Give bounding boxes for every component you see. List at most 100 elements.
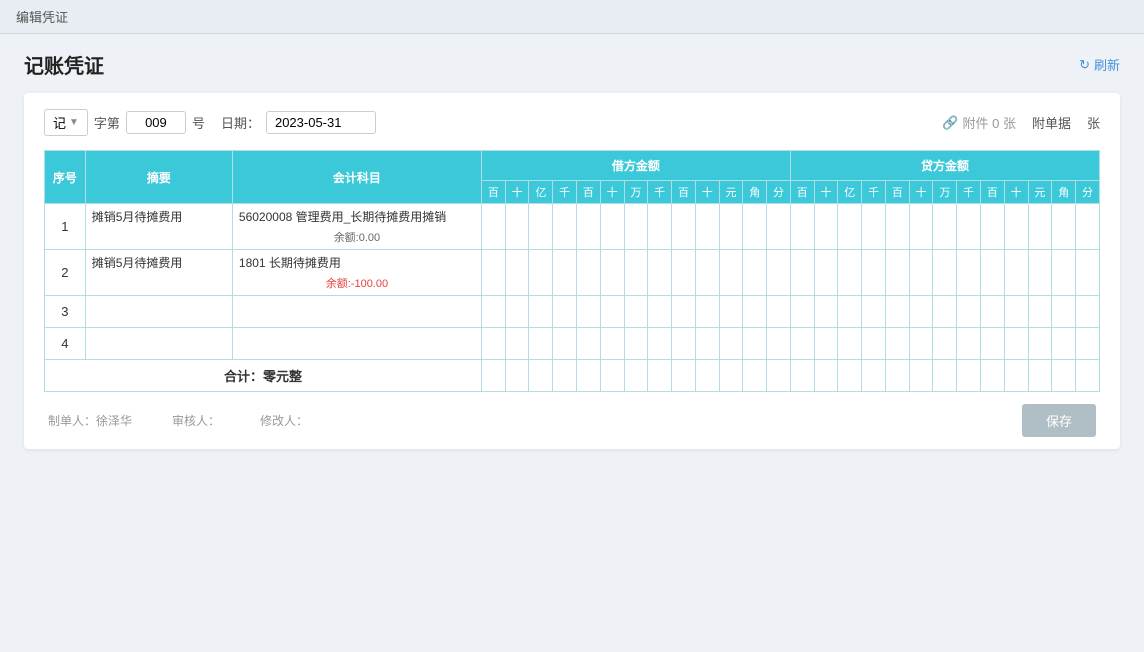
row-0-credit-12[interactable] <box>1076 204 1100 250</box>
row-2-credit-7[interactable] <box>957 296 981 328</box>
row-2-credit-12[interactable] <box>1076 296 1100 328</box>
row-account-2[interactable] <box>232 296 481 328</box>
row-account-0[interactable]: 56020008 管理费用_长期待摊费用摊销余额:0.00 <box>232 204 481 250</box>
row-summary-2[interactable] <box>85 296 232 328</box>
row-1-credit-0[interactable] <box>790 250 814 296</box>
row-2-credit-6[interactable] <box>933 296 957 328</box>
row-1-debit-11[interactable] <box>743 250 767 296</box>
row-1-credit-7[interactable] <box>957 250 981 296</box>
row-1-credit-5[interactable] <box>909 250 933 296</box>
row-3-credit-9[interactable] <box>1004 328 1028 360</box>
row-2-credit-10[interactable] <box>1028 296 1052 328</box>
row-3-debit-12[interactable] <box>767 328 791 360</box>
row-0-debit-2[interactable] <box>529 204 553 250</box>
row-0-debit-8[interactable] <box>672 204 696 250</box>
row-2-credit-9[interactable] <box>1004 296 1028 328</box>
row-0-debit-5[interactable] <box>600 204 624 250</box>
row-2-debit-10[interactable] <box>719 296 743 328</box>
row-3-debit-2[interactable] <box>529 328 553 360</box>
row-0-debit-1[interactable] <box>505 204 529 250</box>
row-2-debit-11[interactable] <box>743 296 767 328</box>
row-2-debit-8[interactable] <box>672 296 696 328</box>
row-0-credit-7[interactable] <box>957 204 981 250</box>
row-3-debit-0[interactable] <box>481 328 505 360</box>
row-0-debit-3[interactable] <box>553 204 577 250</box>
row-1-debit-3[interactable] <box>553 250 577 296</box>
row-2-credit-5[interactable] <box>909 296 933 328</box>
type-select[interactable]: 记 ▼ <box>44 109 88 136</box>
row-2-debit-2[interactable] <box>529 296 553 328</box>
row-2-debit-7[interactable] <box>648 296 672 328</box>
attach-single-link[interactable]: 附单据 <box>1032 113 1071 132</box>
row-1-credit-3[interactable] <box>862 250 886 296</box>
row-0-credit-1[interactable] <box>814 204 838 250</box>
row-2-credit-1[interactable] <box>814 296 838 328</box>
row-account-3[interactable] <box>232 328 481 360</box>
row-1-debit-2[interactable] <box>529 250 553 296</box>
row-3-credit-4[interactable] <box>885 328 909 360</box>
row-1-debit-12[interactable] <box>767 250 791 296</box>
row-3-debit-5[interactable] <box>600 328 624 360</box>
row-1-credit-1[interactable] <box>814 250 838 296</box>
row-1-credit-6[interactable] <box>933 250 957 296</box>
date-input[interactable] <box>266 111 376 134</box>
row-3-credit-5[interactable] <box>909 328 933 360</box>
row-3-debit-11[interactable] <box>743 328 767 360</box>
row-summary-3[interactable] <box>85 328 232 360</box>
row-3-credit-2[interactable] <box>838 328 862 360</box>
row-2-debit-1[interactable] <box>505 296 529 328</box>
row-0-credit-0[interactable] <box>790 204 814 250</box>
row-1-debit-7[interactable] <box>648 250 672 296</box>
row-3-credit-12[interactable] <box>1076 328 1100 360</box>
row-2-debit-3[interactable] <box>553 296 577 328</box>
row-1-debit-8[interactable] <box>672 250 696 296</box>
row-3-credit-8[interactable] <box>981 328 1005 360</box>
row-summary-1[interactable]: 摊销5月待摊费用 <box>85 250 232 296</box>
row-2-debit-4[interactable] <box>577 296 601 328</box>
row-0-debit-6[interactable] <box>624 204 648 250</box>
row-3-credit-7[interactable] <box>957 328 981 360</box>
row-3-debit-3[interactable] <box>553 328 577 360</box>
row-0-credit-9[interactable] <box>1004 204 1028 250</box>
row-3-credit-1[interactable] <box>814 328 838 360</box>
row-0-credit-6[interactable] <box>933 204 957 250</box>
row-2-credit-3[interactable] <box>862 296 886 328</box>
row-3-debit-6[interactable] <box>624 328 648 360</box>
row-3-debit-10[interactable] <box>719 328 743 360</box>
row-1-credit-10[interactable] <box>1028 250 1052 296</box>
row-3-debit-4[interactable] <box>577 328 601 360</box>
row-3-credit-10[interactable] <box>1028 328 1052 360</box>
row-1-credit-9[interactable] <box>1004 250 1028 296</box>
row-0-debit-7[interactable] <box>648 204 672 250</box>
refresh-button[interactable]: ↻ 刷新 <box>1079 55 1120 74</box>
row-account-1[interactable]: 1801 长期待摊费用余额:-100.00 <box>232 250 481 296</box>
row-0-debit-11[interactable] <box>743 204 767 250</box>
row-2-credit-2[interactable] <box>838 296 862 328</box>
row-2-debit-9[interactable] <box>695 296 719 328</box>
voucher-number-input[interactable] <box>126 111 186 134</box>
row-3-debit-7[interactable] <box>648 328 672 360</box>
row-2-credit-8[interactable] <box>981 296 1005 328</box>
row-0-debit-12[interactable] <box>767 204 791 250</box>
row-0-debit-10[interactable] <box>719 204 743 250</box>
row-1-debit-0[interactable] <box>481 250 505 296</box>
row-0-debit-0[interactable] <box>481 204 505 250</box>
row-1-debit-1[interactable] <box>505 250 529 296</box>
row-1-credit-8[interactable] <box>981 250 1005 296</box>
attach-link[interactable]: 🔗 附件 0 张 <box>942 113 1016 132</box>
row-2-credit-0[interactable] <box>790 296 814 328</box>
row-1-debit-9[interactable] <box>695 250 719 296</box>
row-0-debit-4[interactable] <box>577 204 601 250</box>
row-2-debit-6[interactable] <box>624 296 648 328</box>
row-1-credit-4[interactable] <box>885 250 909 296</box>
row-2-debit-5[interactable] <box>600 296 624 328</box>
save-button[interactable]: 保存 <box>1022 404 1096 437</box>
row-summary-0[interactable]: 摊销5月待摊费用 <box>85 204 232 250</box>
row-3-debit-9[interactable] <box>695 328 719 360</box>
row-1-credit-12[interactable] <box>1076 250 1100 296</box>
row-0-debit-9[interactable] <box>695 204 719 250</box>
row-0-credit-3[interactable] <box>862 204 886 250</box>
row-0-credit-4[interactable] <box>885 204 909 250</box>
row-3-debit-8[interactable] <box>672 328 696 360</box>
row-0-credit-11[interactable] <box>1052 204 1076 250</box>
